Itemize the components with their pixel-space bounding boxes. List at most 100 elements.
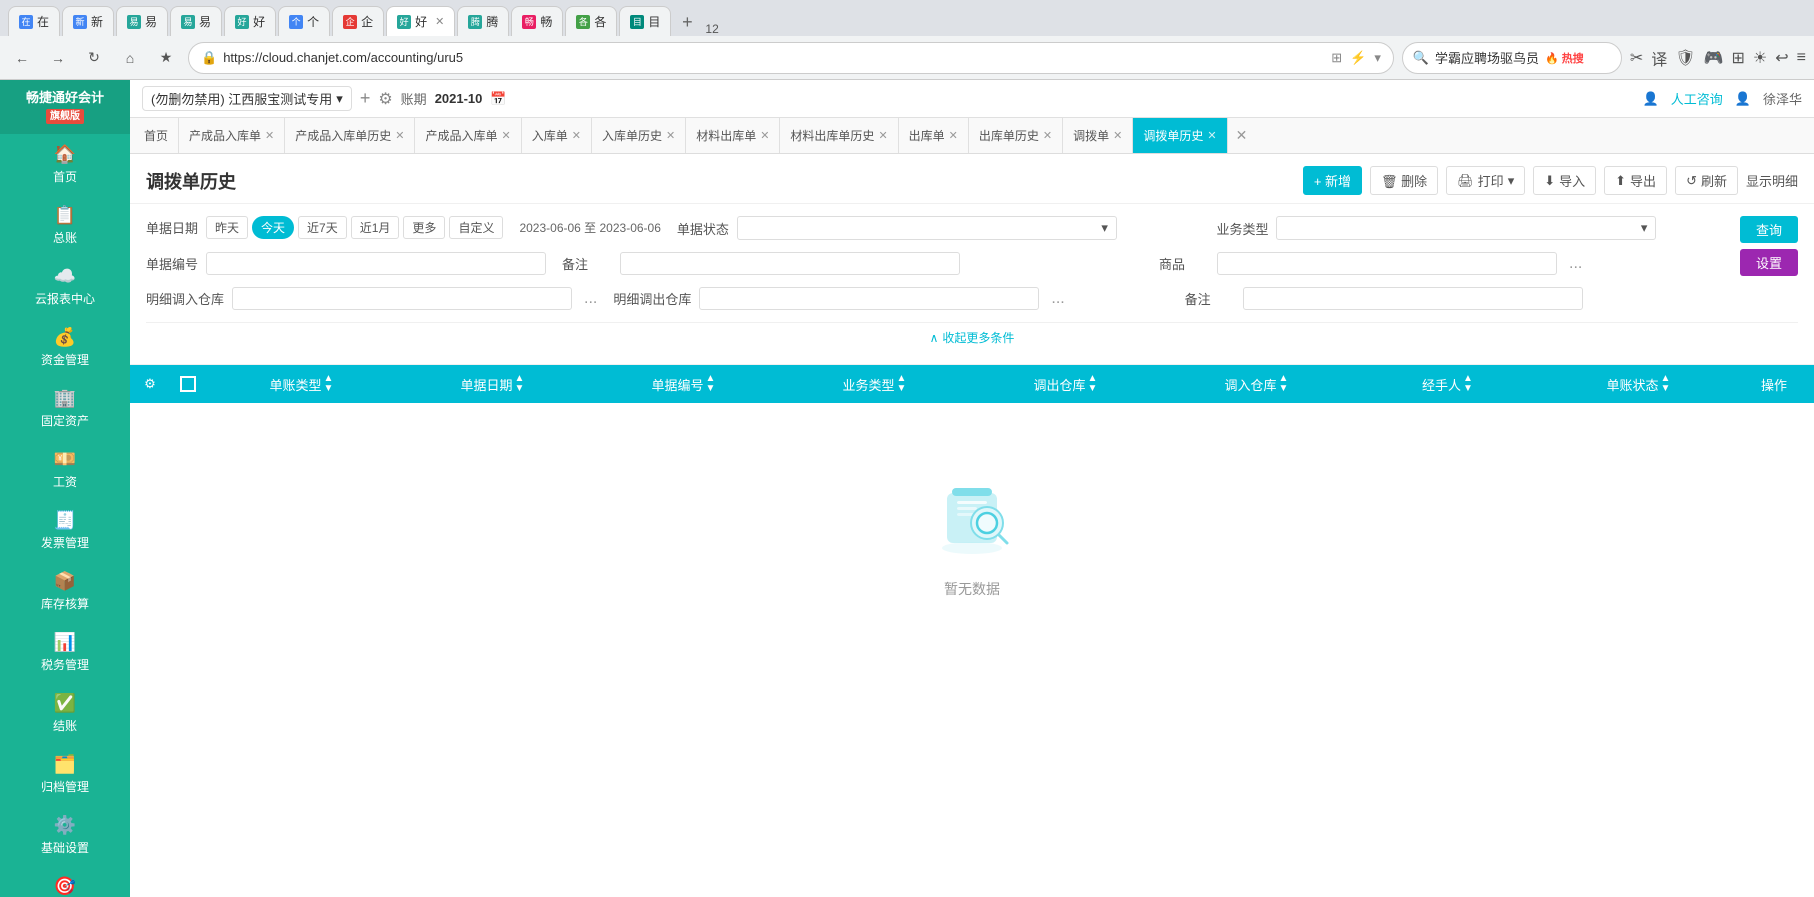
status-select[interactable]: ▾ bbox=[737, 216, 1117, 240]
search-box[interactable]: 🔍 学霸应聘场驱鸟员 🔥 热搜 bbox=[1402, 42, 1622, 74]
new-tab-button[interactable]: + bbox=[673, 8, 701, 36]
forward-button[interactable]: → bbox=[44, 44, 72, 72]
refresh-button-page[interactable]: ↺ 刷新 bbox=[1675, 166, 1738, 195]
close-icon-1[interactable]: ✕ bbox=[265, 129, 274, 142]
browser-tab-active[interactable]: 好 好 ✕ bbox=[386, 6, 455, 36]
sidebar-item-salary[interactable]: 💴 工资 bbox=[0, 439, 130, 500]
sidebar-item-inventory[interactable]: 📦 库存核算 bbox=[0, 561, 130, 622]
filter-settings-button[interactable]: 设置 bbox=[1740, 249, 1798, 276]
sidebar-item-close[interactable]: ✅ 结账 bbox=[0, 683, 130, 744]
browser-tab-11[interactable]: 目 目 bbox=[619, 6, 671, 36]
close-icon-3[interactable]: ✕ bbox=[502, 129, 511, 142]
close-icon-2[interactable]: ✕ bbox=[395, 129, 404, 142]
table-select-all[interactable] bbox=[170, 376, 206, 392]
tab-transfer-history[interactable]: 调拨单历史 ✕ bbox=[1133, 118, 1227, 154]
date-btn-custom[interactable]: 自定义 bbox=[449, 216, 503, 239]
tab-close-active[interactable]: ✕ bbox=[435, 15, 444, 28]
remark-input[interactable] bbox=[620, 252, 960, 275]
home-button[interactable]: ⌂ bbox=[116, 44, 144, 72]
close-icon-7[interactable]: ✕ bbox=[878, 129, 887, 142]
delete-button[interactable]: 🗑 删除 bbox=[1370, 166, 1438, 195]
browser-tab-5[interactable]: 好 好 bbox=[224, 6, 276, 36]
calendar-icon[interactable]: 📅 bbox=[490, 91, 506, 107]
menu-icon[interactable]: ≡ bbox=[1797, 49, 1806, 67]
close-icon-5[interactable]: ✕ bbox=[666, 129, 675, 142]
browser-tab-2[interactable]: 新 新 bbox=[62, 6, 114, 36]
tab-transfer[interactable]: 调拨单 ✕ bbox=[1063, 118, 1133, 154]
date-btn-yesterday[interactable]: 昨天 bbox=[206, 216, 248, 239]
tab-material-out[interactable]: 材料出库单 ✕ bbox=[686, 118, 780, 154]
sidebar-item-invoice[interactable]: 🧾 发票管理 bbox=[0, 500, 130, 561]
sidebar-item-reports[interactable]: ☁️ 云报表中心 bbox=[0, 256, 130, 317]
sidebar-item-funds[interactable]: 💰 资金管理 bbox=[0, 317, 130, 378]
back-button[interactable]: ← bbox=[8, 44, 36, 72]
sidebar-item-settings[interactable]: ⚙️ 基础设置 bbox=[0, 805, 130, 866]
sidebar-item-guide[interactable]: 🎯 新手引导 bbox=[0, 866, 130, 897]
detail-in-ellipsis-icon[interactable]: ... bbox=[584, 290, 597, 308]
th-doc-type[interactable]: 单账类型 ▲▼ bbox=[206, 374, 397, 394]
th-out-warehouse[interactable]: 调出仓库 ▲▼ bbox=[970, 374, 1161, 394]
th-doc-status[interactable]: 单账状态 ▲▼ bbox=[1543, 374, 1734, 394]
table-settings-icon[interactable]: ⚙ bbox=[130, 376, 170, 392]
th-biz-type[interactable]: 业务类型 ▲▼ bbox=[779, 374, 970, 394]
remark2-input[interactable] bbox=[1243, 287, 1583, 310]
print-button[interactable]: 🖨 打印 ▾ bbox=[1446, 166, 1525, 195]
tab-material-out-history[interactable]: 材料出库单历史 ✕ bbox=[780, 118, 898, 154]
tab-products-in2[interactable]: 产成品入库单 ✕ bbox=[415, 118, 521, 154]
tab-home[interactable]: 首页 bbox=[134, 118, 179, 154]
sidebar-item-ledger[interactable]: 📋 总账 bbox=[0, 195, 130, 256]
company-gear-icon[interactable]: ⚙ bbox=[378, 89, 392, 109]
date-btn-1month[interactable]: 近1月 bbox=[351, 216, 400, 239]
browser-tab-4[interactable]: 易 易 bbox=[170, 6, 222, 36]
goods-input[interactable] bbox=[1217, 252, 1557, 275]
game-icon[interactable]: 🎮 bbox=[1704, 48, 1724, 68]
sidebar-item-tax[interactable]: 📊 税务管理 bbox=[0, 622, 130, 683]
close-icon-9[interactable]: ✕ bbox=[1043, 129, 1052, 142]
date-btn-more[interactable]: 更多 bbox=[403, 216, 445, 239]
browser-tab-8[interactable]: 腾 腾 bbox=[457, 6, 509, 36]
sidebar-item-archive[interactable]: 🗂️ 归档管理 bbox=[0, 744, 130, 805]
collapse-bar[interactable]: ∧ 收起更多条件 bbox=[146, 322, 1798, 352]
translate-icon[interactable]: 译 bbox=[1651, 46, 1667, 70]
tab-storage-out-history[interactable]: 出库单历史 ✕ bbox=[969, 118, 1063, 154]
undo-icon[interactable]: ↩ bbox=[1775, 48, 1788, 68]
company-selector[interactable]: (勿删勿禁用) 江西服宝测试专用 ▾ bbox=[142, 86, 352, 111]
export-button[interactable]: ⬆ 导出 bbox=[1604, 166, 1667, 195]
import-button[interactable]: ⬇ 导入 bbox=[1533, 166, 1596, 195]
close-icon-11[interactable]: ✕ bbox=[1207, 129, 1216, 142]
query-button[interactable]: 查询 bbox=[1740, 216, 1798, 243]
docno-input[interactable] bbox=[206, 252, 546, 275]
browser-tab-6[interactable]: 个 个 bbox=[278, 6, 330, 36]
browser-tab-7[interactable]: 企 企 bbox=[332, 6, 384, 36]
user-service-label[interactable]: 人工咨询 bbox=[1671, 89, 1723, 108]
detail-in-input[interactable] bbox=[232, 287, 572, 310]
close-icon-6[interactable]: ✕ bbox=[760, 129, 769, 142]
th-in-warehouse[interactable]: 调入仓库 ▲▼ bbox=[1161, 374, 1352, 394]
browser-tab-1[interactable]: 在 在 bbox=[8, 6, 60, 36]
browser-tab-9[interactable]: 畅 畅 bbox=[511, 6, 563, 36]
th-doc-no[interactable]: 单据编号 ▲▼ bbox=[588, 374, 779, 394]
new-button[interactable]: + 新增 bbox=[1303, 166, 1362, 195]
goods-ellipsis-icon[interactable]: ... bbox=[1569, 255, 1582, 273]
detail-out-input[interactable] bbox=[699, 287, 1039, 310]
bookmark-button[interactable]: ★ bbox=[152, 44, 180, 72]
shield-icon[interactable]: 🛡 bbox=[1675, 48, 1695, 68]
address-bar[interactable]: 🔒 https://cloud.chanjet.com/accounting/u… bbox=[188, 42, 1394, 74]
th-handler[interactable]: 经手人 ▲▼ bbox=[1352, 374, 1543, 394]
sidebar-item-home[interactable]: 🏠 首页 bbox=[0, 134, 130, 195]
browser-tab-3[interactable]: 易 易 bbox=[116, 6, 168, 36]
close-icon-4[interactable]: ✕ bbox=[572, 129, 581, 142]
th-doc-date[interactable]: 单据日期 ▲▼ bbox=[397, 374, 588, 394]
close-all-tabs-button[interactable]: ✕ bbox=[1236, 127, 1248, 144]
theme-icon[interactable]: ☀ bbox=[1753, 48, 1767, 68]
refresh-button[interactable]: ↻ bbox=[80, 44, 108, 72]
business-select[interactable]: ▾ bbox=[1276, 216, 1656, 240]
tab-storage-in-history[interactable]: 入库单历史 ✕ bbox=[592, 118, 686, 154]
tab-storage-in[interactable]: 入库单 ✕ bbox=[522, 118, 592, 154]
browser-tab-10[interactable]: 各 各 bbox=[565, 6, 617, 36]
scissors-icon[interactable]: ✂ bbox=[1630, 48, 1643, 68]
close-icon-10[interactable]: ✕ bbox=[1113, 129, 1122, 142]
detail-out-ellipsis-icon[interactable]: ... bbox=[1051, 290, 1064, 308]
date-btn-today[interactable]: 今天 bbox=[252, 216, 294, 239]
tab-storage-out[interactable]: 出库单 ✕ bbox=[899, 118, 969, 154]
